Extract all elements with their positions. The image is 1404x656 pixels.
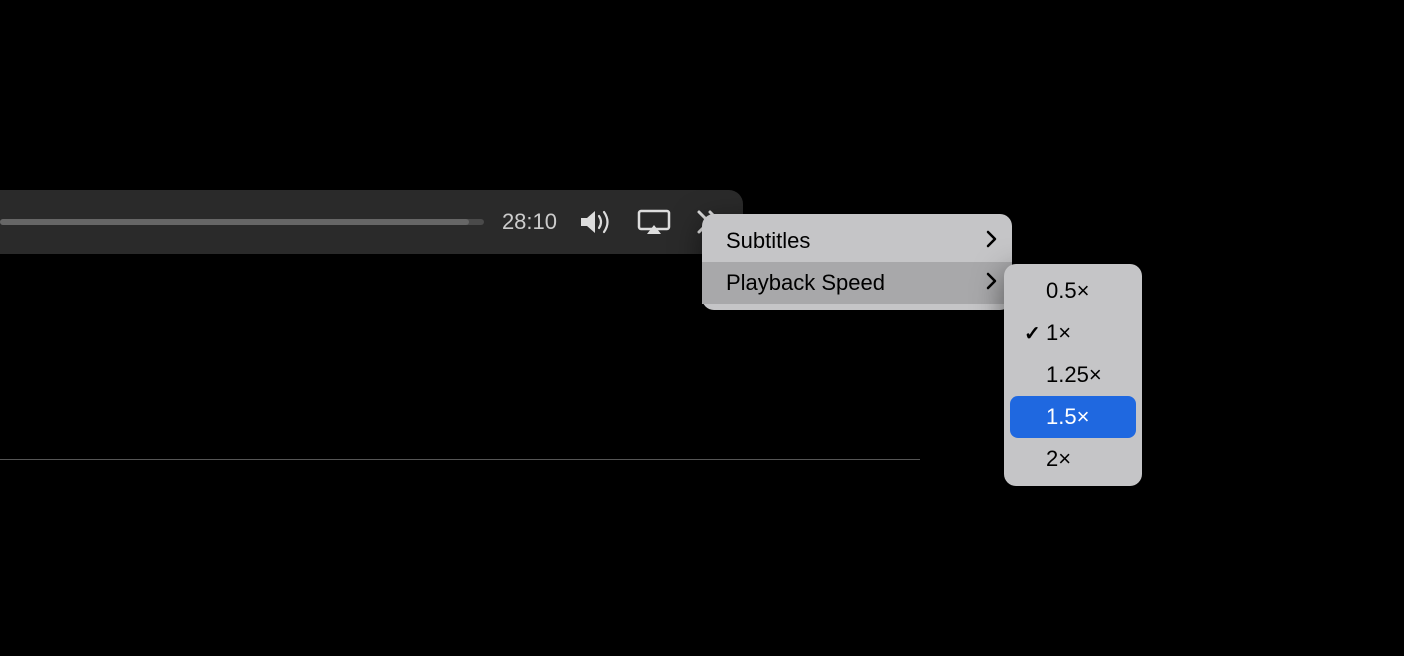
video-control-bar: 28:10 [0, 190, 743, 254]
volume-icon[interactable] [579, 208, 613, 236]
playback-speed-submenu: 0.5× ✓ 1× 1.25× 1.5× 2× [1004, 264, 1142, 486]
checkmark-icon: ✓ [1024, 321, 1046, 346]
context-menu: Subtitles Playback Speed [702, 214, 1012, 310]
speed-option-label: 1× [1046, 320, 1071, 346]
menu-item-label: Subtitles [726, 228, 810, 254]
speed-option-1-25x[interactable]: 1.25× [1010, 354, 1136, 396]
progress-bar[interactable] [0, 219, 484, 225]
menu-item-label: Playback Speed [726, 270, 885, 296]
menu-item-playback-speed[interactable]: Playback Speed [702, 262, 1012, 304]
speed-option-label: 0.5× [1046, 278, 1089, 304]
menu-item-subtitles[interactable]: Subtitles [702, 220, 1012, 262]
time-remaining-label: 28:10 [502, 209, 557, 235]
progress-fill [0, 219, 469, 225]
chevron-right-icon [986, 270, 998, 296]
chevron-right-icon [986, 228, 998, 254]
speed-option-label: 1.5× [1046, 404, 1089, 430]
speed-option-0-5x[interactable]: 0.5× [1010, 270, 1136, 312]
speed-option-label: 1.25× [1046, 362, 1102, 388]
speed-option-1x[interactable]: ✓ 1× [1010, 312, 1136, 354]
divider-line [0, 459, 920, 460]
speed-option-label: 2× [1046, 446, 1071, 472]
speed-option-2x[interactable]: 2× [1010, 438, 1136, 480]
speed-option-1-5x[interactable]: 1.5× [1010, 396, 1136, 438]
airplay-icon[interactable] [637, 208, 671, 236]
